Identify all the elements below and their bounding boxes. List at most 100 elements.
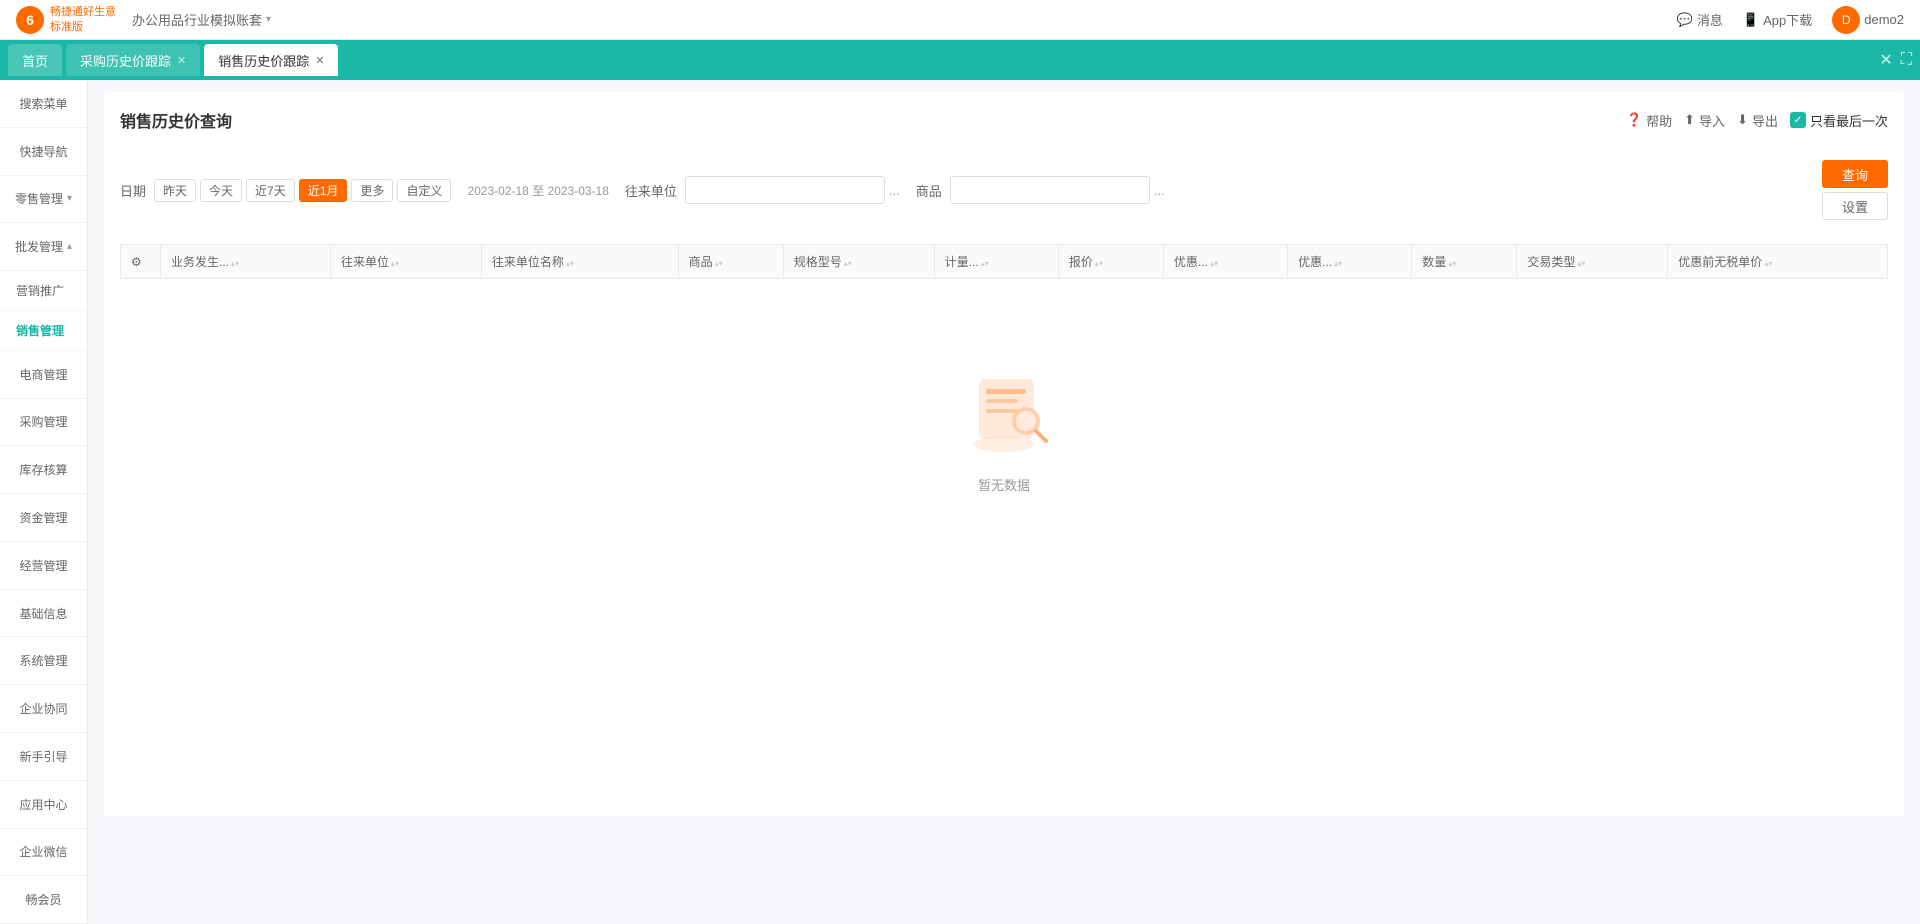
message-icon: 💬: [1677, 12, 1693, 28]
message-button[interactable]: 💬 消息: [1677, 10, 1723, 29]
sort-icon-price[interactable]: ▴▾: [1095, 259, 1103, 268]
sort-icon-spec[interactable]: ▴▾: [844, 259, 852, 268]
logo-text: 畅捷通好生意 标准版: [50, 5, 116, 34]
tab-purchase-close-icon[interactable]: ✕: [177, 54, 186, 67]
sort-icon-pretax-price[interactable]: ▴▾: [1764, 259, 1772, 268]
table-col-trade-type: 交易类型▴▾: [1517, 245, 1668, 279]
sidebar-sales-mgmt-label: 销售管理: [16, 322, 64, 339]
sort-icon-discount1[interactable]: ▴▾: [1210, 259, 1218, 268]
query-button[interactable]: 查询: [1822, 160, 1888, 188]
sidebar-item-wholesale[interactable]: 批发管理 ▴: [0, 223, 87, 271]
sidebar-item-sales-mgmt[interactable]: 销售管理: [0, 311, 87, 351]
app-title-area[interactable]: 办公用品行业模拟账套 ▾: [132, 10, 271, 29]
partner-dots-icon[interactable]: ...: [889, 183, 900, 198]
sidebar-guide-label: 新手引导: [19, 748, 67, 765]
sidebar-item-operations[interactable]: 经营管理: [0, 542, 87, 590]
goods-filter-input: ...: [950, 176, 1165, 204]
sidebar-item-shortcuts[interactable]: 快捷导航: [0, 128, 87, 176]
sidebar-item-wechat[interactable]: 企业微信: [0, 829, 87, 877]
sidebar-members-label: 畅会员: [25, 891, 61, 908]
date-btn-more[interactable]: 更多: [351, 179, 393, 202]
top-header: 6 畅捷通好生意 标准版 办公用品行业模拟账套 ▾ 💬 消息 📱 App下载 D…: [0, 0, 1920, 40]
sidebar-inventory-label: 库存核算: [19, 461, 67, 478]
table-settings-col[interactable]: ⚙: [121, 245, 161, 279]
filter-section: 日期 昨天 今天 近7天 近1月 更多 自定义 2023-02-18 至 202…: [120, 148, 1888, 240]
sort-icon-partner-code[interactable]: ▴▾: [391, 259, 399, 268]
goods-dots-icon[interactable]: ...: [1154, 183, 1165, 198]
table-col-unit: 计量...▴▾: [934, 245, 1058, 279]
header-left: 6 畅捷通好生意 标准版 办公用品行业模拟账套 ▾: [16, 5, 271, 34]
sidebar-item-basics[interactable]: 基础信息: [0, 590, 87, 638]
table-col-discount1: 优惠...▴▾: [1163, 245, 1287, 279]
sidebar-item-inventory[interactable]: 库存核算: [0, 446, 87, 494]
only-last-checkbox[interactable]: ✓ 只看最后一次: [1790, 111, 1888, 130]
sidebar-item-cooperation[interactable]: 企业协同: [0, 685, 87, 733]
help-label: 帮助: [1646, 111, 1672, 130]
help-icon: ❓: [1626, 112, 1642, 128]
tab-home[interactable]: 首页: [8, 44, 62, 76]
sidebar-item-retail[interactable]: 零售管理 ▾: [0, 176, 87, 224]
logo-area: 6 畅捷通好生意 标准版: [16, 5, 116, 34]
sort-icon-partner-name[interactable]: ▴▾: [566, 259, 574, 268]
user-menu[interactable]: D demo2: [1832, 6, 1904, 34]
date-filter-label: 日期: [120, 181, 146, 200]
tab-sales-close-icon[interactable]: ✕: [315, 54, 324, 67]
sidebar-apps-label: 应用中心: [19, 796, 67, 813]
sidebar-retail-label: 零售管理: [15, 190, 63, 207]
partner-input[interactable]: [685, 176, 885, 204]
date-btn-1month[interactable]: 近1月: [299, 179, 348, 202]
export-label: 导出: [1752, 111, 1778, 130]
sidebar-wechat-label: 企业微信: [19, 843, 67, 860]
sidebar-shortcuts-label: 快捷导航: [19, 143, 67, 160]
date-btn-today[interactable]: 今天: [200, 179, 242, 202]
sidebar-search-label: 搜索菜单: [19, 95, 67, 112]
filter-row: 日期 昨天 今天 近7天 近1月 更多 自定义 2023-02-18 至 202…: [120, 160, 1888, 220]
tab-sales-history[interactable]: 销售历史价跟踪 ✕: [204, 44, 338, 76]
settings-button[interactable]: 设置: [1822, 192, 1888, 220]
date-btn-custom[interactable]: 自定义: [397, 179, 451, 202]
empty-text: 暂无数据: [978, 475, 1030, 494]
goods-input[interactable]: [950, 176, 1150, 204]
sidebar-item-guide[interactable]: 新手引导: [0, 733, 87, 781]
sort-icon-trade-type[interactable]: ▴▾: [1577, 259, 1585, 268]
date-range-text: 2023-02-18 至 2023-03-18: [467, 182, 608, 199]
table-settings-icon[interactable]: ⚙: [131, 255, 142, 269]
tab-close-all-icon[interactable]: ✕: [1879, 50, 1892, 70]
date-btn-7days[interactable]: 近7天: [246, 179, 295, 202]
help-button[interactable]: ❓ 帮助: [1626, 111, 1672, 130]
user-avatar: D: [1832, 6, 1860, 34]
sort-icon-unit[interactable]: ▴▾: [981, 259, 989, 268]
app-title: 办公用品行业模拟账套: [132, 10, 262, 29]
partner-filter-input: ...: [685, 176, 900, 204]
export-button[interactable]: ⬇ 导出: [1737, 111, 1778, 130]
sidebar-item-ecommerce[interactable]: 电商管理: [0, 351, 87, 399]
sidebar-item-system[interactable]: 系统管理: [0, 637, 87, 685]
sort-icon-goods[interactable]: ▴▾: [715, 259, 723, 268]
sort-icon-qty[interactable]: ▴▾: [1448, 259, 1456, 268]
table-col-price: 报价▴▾: [1058, 245, 1163, 279]
checkbox-icon: ✓: [1790, 112, 1806, 128]
date-btn-yesterday[interactable]: 昨天: [154, 179, 196, 202]
message-label: 消息: [1697, 10, 1723, 29]
sidebar-item-apps[interactable]: 应用中心: [0, 781, 87, 829]
sidebar-item-finance[interactable]: 资金管理: [0, 494, 87, 542]
main-layout: 搜索菜单 快捷导航 零售管理 ▾ 批发管理 ▴ 营销推广 销售管理 电商管理 采…: [0, 80, 1920, 924]
page-content: 销售历史价查询 ❓ 帮助 ⬆ 导入 ⬇ 导出: [88, 80, 1920, 924]
import-button[interactable]: ⬆ 导入: [1684, 111, 1725, 130]
empty-state: 暂无数据: [120, 279, 1888, 574]
sort-icon-date[interactable]: ▴▾: [231, 259, 239, 268]
tab-expand-icon[interactable]: ⛶: [1901, 51, 1912, 69]
table-col-date: 业务发生...▴▾: [161, 245, 331, 279]
table-header: ⚙ 业务发生...▴▾ 往来单位▴▾ 往来单位名称▴▾: [121, 245, 1888, 279]
table-header-row: ⚙ 业务发生...▴▾ 往来单位▴▾ 往来单位名称▴▾: [121, 245, 1888, 279]
user-name: demo2: [1864, 12, 1904, 27]
sort-icon-discount2[interactable]: ▴▾: [1334, 259, 1342, 268]
partner-filter-label: 往来单位: [625, 181, 677, 200]
sidebar-item-search[interactable]: 搜索菜单: [0, 80, 87, 128]
sidebar-item-marketing[interactable]: 营销推广: [0, 271, 87, 311]
download-button[interactable]: 📱 App下载: [1743, 10, 1812, 29]
tab-purchase-history[interactable]: 采购历史价跟踪 ✕: [66, 44, 200, 76]
sidebar-item-members[interactable]: 畅会员: [0, 876, 87, 924]
sidebar-system-label: 系统管理: [19, 652, 67, 669]
sidebar-item-purchase[interactable]: 采购管理: [0, 399, 87, 447]
